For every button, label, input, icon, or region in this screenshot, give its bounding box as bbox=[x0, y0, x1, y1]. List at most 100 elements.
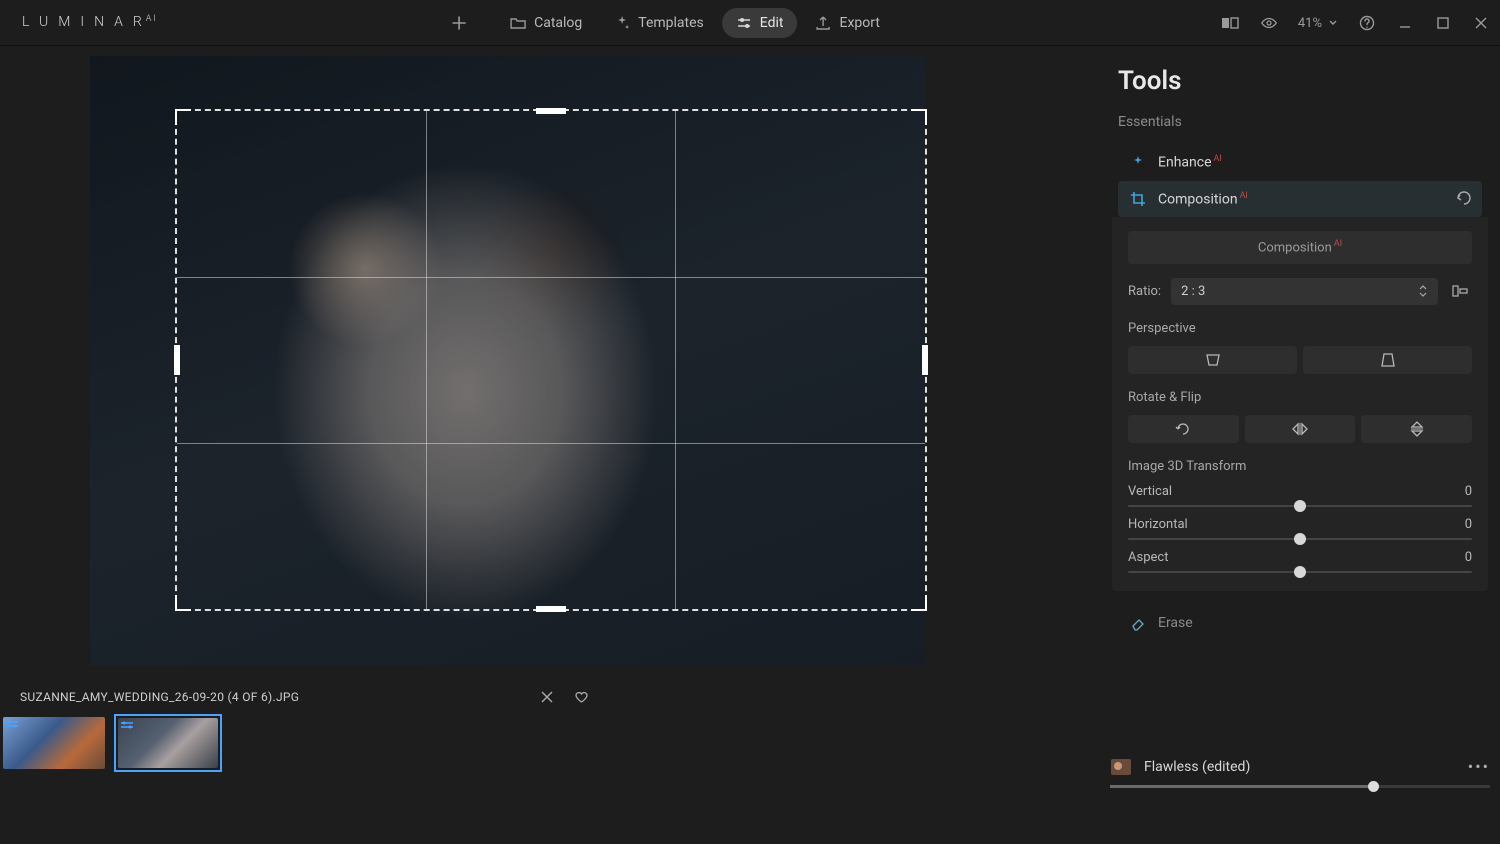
x-icon bbox=[540, 690, 554, 704]
vertical-value: 0 bbox=[1465, 484, 1472, 499]
horizontal-value: 0 bbox=[1465, 517, 1472, 532]
reject-button[interactable] bbox=[540, 690, 554, 704]
ratio-swap-button[interactable] bbox=[1448, 279, 1472, 303]
ai-badge: AI bbox=[1334, 239, 1342, 249]
file-name: SUZANNE_AMY_WEDDING_26-09-20 (4 OF 6).JP… bbox=[20, 690, 299, 704]
nav-center: Catalog Templates Edit Export bbox=[446, 8, 894, 38]
eraser-icon bbox=[1130, 615, 1146, 631]
help-button[interactable] bbox=[1358, 14, 1376, 32]
rotate-button[interactable] bbox=[1128, 415, 1239, 443]
horizontal-slider[interactable] bbox=[1128, 538, 1472, 540]
app-name: LUMINAR bbox=[22, 14, 152, 30]
tool-composition[interactable]: CompositionAI bbox=[1118, 181, 1482, 218]
perspective-v-icon bbox=[1379, 352, 1397, 368]
compare-icon bbox=[1222, 16, 1240, 30]
template-icon bbox=[1110, 758, 1132, 776]
flip-horizontal-button[interactable] bbox=[1245, 415, 1356, 443]
nav-catalog[interactable]: Catalog bbox=[496, 8, 596, 38]
reset-button[interactable] bbox=[1456, 191, 1472, 207]
thumbnail-1[interactable] bbox=[0, 714, 108, 772]
plus-icon bbox=[451, 15, 467, 31]
rotate-icon bbox=[1175, 421, 1191, 437]
help-icon bbox=[1359, 15, 1375, 31]
aspect-value: 0 bbox=[1465, 550, 1472, 565]
rotate-flip-label: Rotate & Flip bbox=[1128, 390, 1472, 405]
slider-thumb[interactable] bbox=[1294, 566, 1306, 578]
nav-catalog-label: Catalog bbox=[534, 15, 582, 31]
favorite-button[interactable] bbox=[574, 690, 589, 704]
zoom-control[interactable]: 41% bbox=[1298, 16, 1338, 31]
window-minimize[interactable] bbox=[1396, 14, 1414, 32]
tool-composition-label: Composition bbox=[1158, 191, 1238, 207]
export-icon bbox=[815, 15, 831, 31]
nav-templates[interactable]: Templates bbox=[600, 8, 718, 38]
zoom-value: 41% bbox=[1298, 16, 1322, 31]
slider-thumb[interactable] bbox=[1294, 533, 1306, 545]
flip-v-icon bbox=[1410, 420, 1424, 438]
ai-badge: AI bbox=[1240, 191, 1248, 201]
tool-enhance[interactable]: EnhanceAI bbox=[1118, 144, 1482, 181]
close-icon bbox=[1475, 17, 1487, 29]
composition-ai-button[interactable]: CompositionAI bbox=[1128, 231, 1472, 263]
erase-label: Erase bbox=[1158, 615, 1193, 631]
window-close[interactable] bbox=[1472, 14, 1490, 32]
slider-thumb[interactable] bbox=[1368, 781, 1379, 792]
top-right-controls: 41% bbox=[1222, 0, 1490, 46]
nav-templates-label: Templates bbox=[638, 15, 704, 31]
template-menu-button[interactable]: ••• bbox=[1468, 757, 1490, 776]
panel-title: Tools bbox=[1118, 66, 1482, 96]
perspective-section: Perspective bbox=[1128, 321, 1472, 374]
add-button[interactable] bbox=[446, 10, 472, 36]
top-bar: LUMINARAI Catalog Templates Edit Export … bbox=[0, 0, 1500, 46]
transform-section: Image 3D Transform Vertical0 Horizontal0… bbox=[1128, 459, 1472, 573]
heart-icon bbox=[574, 690, 589, 704]
nav-export-label: Export bbox=[839, 15, 879, 31]
preview-button[interactable] bbox=[1260, 14, 1278, 32]
ratio-select[interactable]: 2 : 3 bbox=[1171, 278, 1438, 305]
vertical-label: Vertical bbox=[1128, 484, 1172, 499]
ai-badge: AI bbox=[1214, 154, 1222, 164]
maximize-icon bbox=[1437, 17, 1449, 29]
crop-icon bbox=[1130, 191, 1146, 207]
sparkle-icon bbox=[614, 15, 630, 31]
template-bar: Flawless (edited) ••• bbox=[1110, 757, 1490, 776]
image-preview[interactable] bbox=[90, 56, 925, 666]
perspective-horizontal-button[interactable] bbox=[1128, 346, 1297, 374]
perspective-vertical-button[interactable] bbox=[1303, 346, 1472, 374]
template-name: Flawless (edited) bbox=[1144, 759, 1250, 775]
undo-icon bbox=[1456, 191, 1472, 207]
minimize-icon bbox=[1399, 17, 1411, 29]
slider-thumb[interactable] bbox=[1294, 500, 1306, 512]
aspect-slider[interactable] bbox=[1128, 571, 1472, 573]
section-essentials: Essentials bbox=[1118, 114, 1482, 130]
tools-panel: Tools Essentials EnhanceAI CompositionAI… bbox=[1100, 46, 1500, 844]
flip-vertical-button[interactable] bbox=[1361, 415, 1472, 443]
ratio-row: Ratio: 2 : 3 bbox=[1128, 278, 1472, 305]
chevron-down-icon bbox=[1328, 18, 1338, 28]
compare-button[interactable] bbox=[1222, 14, 1240, 32]
tool-erase[interactable]: Erase bbox=[1118, 605, 1482, 641]
updown-icon bbox=[1418, 284, 1428, 298]
nav-export[interactable]: Export bbox=[801, 8, 893, 38]
ratio-label: Ratio: bbox=[1128, 284, 1161, 299]
edited-badge-icon bbox=[120, 720, 134, 730]
nav-edit[interactable]: Edit bbox=[722, 8, 798, 38]
edited-badge-icon bbox=[5, 719, 19, 729]
template-strength-slider[interactable] bbox=[1110, 785, 1490, 788]
perspective-label: Perspective bbox=[1128, 321, 1472, 336]
sparkle-icon bbox=[1130, 154, 1146, 170]
file-bar: SUZANNE_AMY_WEDDING_26-09-20 (4 OF 6).JP… bbox=[20, 687, 1080, 707]
thumbnail-2[interactable] bbox=[114, 714, 222, 772]
template-thumb-icon bbox=[1110, 758, 1132, 776]
canvas-area bbox=[0, 46, 1100, 736]
transform-label: Image 3D Transform bbox=[1128, 459, 1472, 474]
window-maximize[interactable] bbox=[1434, 14, 1452, 32]
composition-ai-label: Composition bbox=[1258, 241, 1332, 256]
film-strip bbox=[0, 714, 222, 772]
app-logo: LUMINARAI bbox=[22, 14, 158, 30]
vertical-slider[interactable] bbox=[1128, 505, 1472, 507]
swap-orientation-icon bbox=[1451, 282, 1469, 300]
app-suffix: AI bbox=[146, 14, 158, 24]
flip-h-icon bbox=[1291, 422, 1309, 436]
nav-edit-label: Edit bbox=[760, 15, 784, 31]
